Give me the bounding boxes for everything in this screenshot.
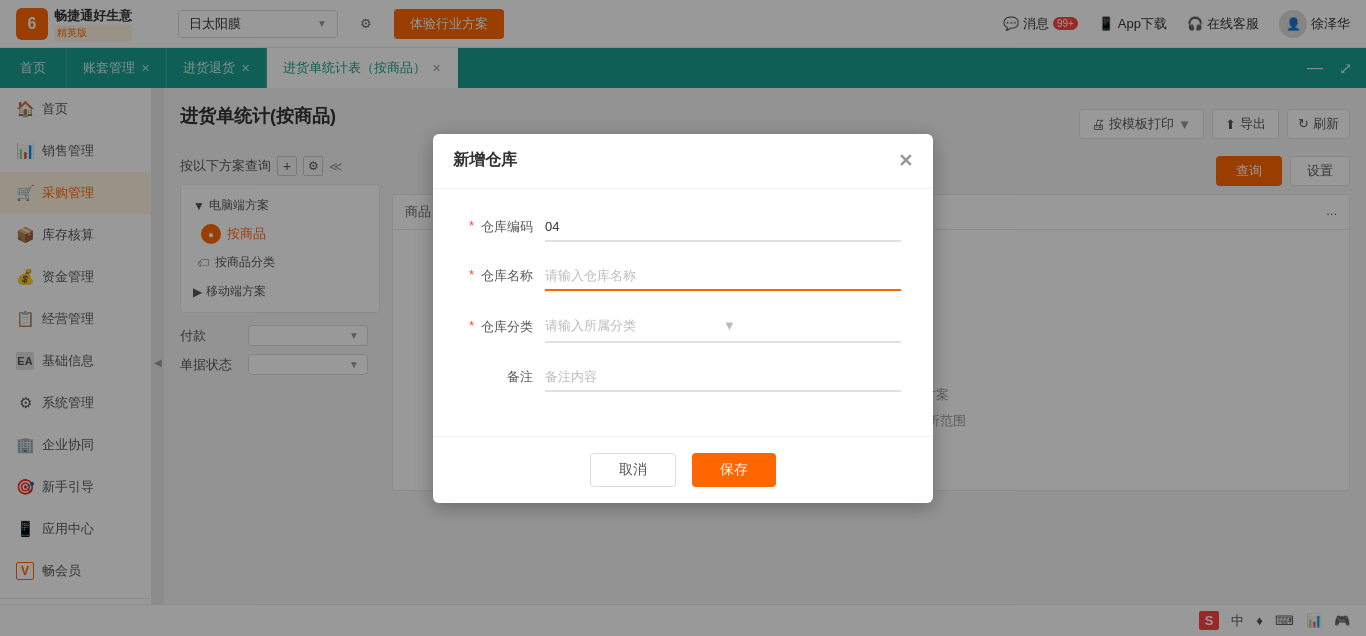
category-placeholder: 请输入所属分类 xyxy=(545,317,723,335)
category-select[interactable]: 请输入所属分类 ▼ xyxy=(545,311,901,343)
cancel-btn[interactable]: 取消 xyxy=(590,453,676,487)
modal-overlay: 新增仓库 ✕ 仓库编码 仓库名称 仓库分类 请输入所属分类 ▼ xyxy=(0,0,1366,636)
name-label: 仓库名称 xyxy=(465,267,545,285)
remark-label: 备注 xyxy=(465,368,545,386)
category-arrow-icon: ▼ xyxy=(723,318,901,333)
name-input[interactable] xyxy=(545,262,901,291)
modal-close-btn[interactable]: ✕ xyxy=(898,150,913,172)
code-input[interactable] xyxy=(545,213,901,242)
modal-footer: 取消 保存 xyxy=(433,436,933,503)
form-row-name: 仓库名称 xyxy=(465,262,901,291)
category-label: 仓库分类 xyxy=(465,318,545,336)
modal-new-warehouse: 新增仓库 ✕ 仓库编码 仓库名称 仓库分类 请输入所属分类 ▼ xyxy=(433,134,933,503)
save-btn[interactable]: 保存 xyxy=(692,453,776,487)
form-row-remark: 备注 xyxy=(465,363,901,392)
form-row-category: 仓库分类 请输入所属分类 ▼ xyxy=(465,311,901,343)
remark-input[interactable] xyxy=(545,363,901,392)
form-row-code: 仓库编码 xyxy=(465,213,901,242)
code-label: 仓库编码 xyxy=(465,218,545,236)
modal-header: 新增仓库 ✕ xyxy=(433,134,933,189)
modal-body: 仓库编码 仓库名称 仓库分类 请输入所属分类 ▼ 备注 xyxy=(433,189,933,436)
modal-title: 新增仓库 xyxy=(453,150,517,171)
